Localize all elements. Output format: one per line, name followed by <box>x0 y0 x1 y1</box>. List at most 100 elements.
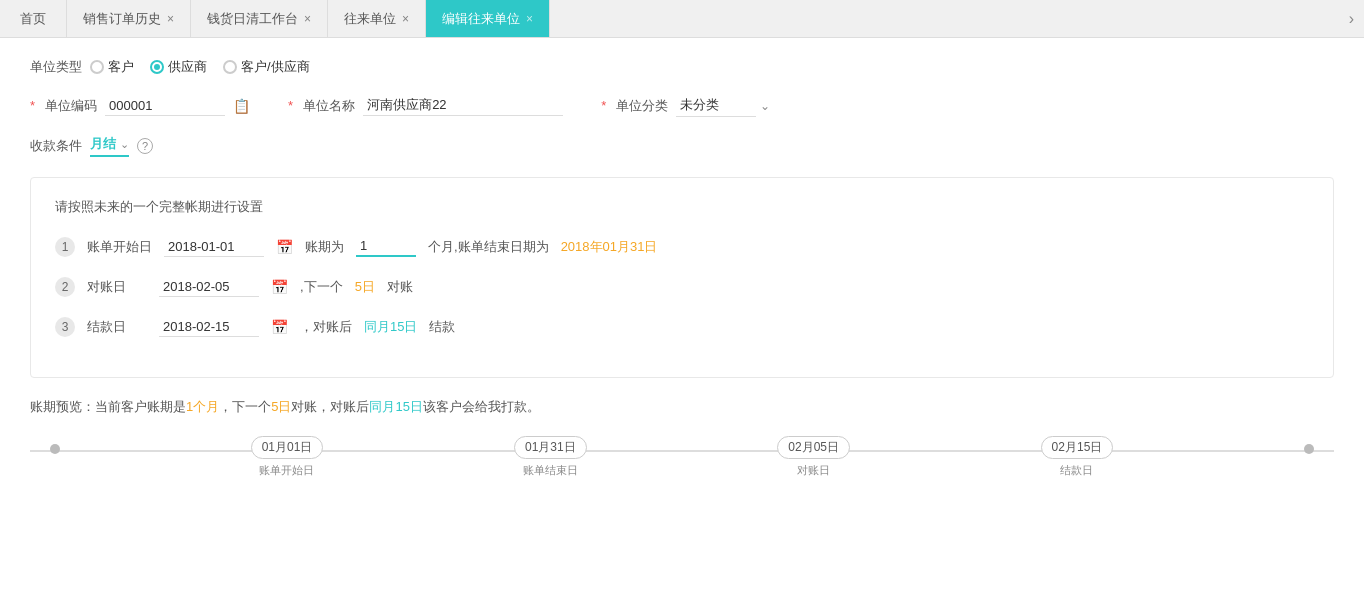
reconciliation-desc-suffix: 对账 <box>387 278 413 296</box>
unit-code-input[interactable] <box>105 96 225 116</box>
unit-name-required: * <box>288 98 293 113</box>
radio-customer-supplier-label: 客户/供应商 <box>241 58 310 76</box>
timeline-node-3: 02月05日 对账日 <box>777 436 850 478</box>
unit-type-row: 单位类型 客户 供应商 客户/供应商 <box>30 58 1334 76</box>
unit-category-required: * <box>601 98 606 113</box>
unit-type-radio-group: 客户 供应商 客户/供应商 <box>90 58 310 76</box>
copy-icon[interactable]: 📋 <box>233 98 250 114</box>
timeline-start-dot <box>50 444 60 454</box>
radio-customer[interactable]: 客户 <box>90 58 134 76</box>
tab-partner-units-close[interactable]: × <box>402 12 409 26</box>
timeline-node-1-label: 账单开始日 <box>259 463 314 478</box>
radio-customer-supplier[interactable]: 客户/供应商 <box>223 58 310 76</box>
expand-tabs-button[interactable]: › <box>1339 0 1364 37</box>
tab-sales-order-history-close[interactable]: × <box>167 12 174 26</box>
setting-num-1: 1 <box>55 237 75 257</box>
tab-bar: 首页 销售订单历史 × 钱货日清工作台 × 往来单位 × 编辑往来单位 × › <box>0 0 1364 38</box>
timeline-node-2: 01月31日 账单结束日 <box>514 436 587 478</box>
tab-sales-order-history[interactable]: 销售订单历史 × <box>67 0 191 37</box>
reconciliation-calendar-icon[interactable]: 📅 <box>271 279 288 295</box>
radio-supplier-circle <box>150 60 164 74</box>
unit-category-label: 单位分类 <box>616 97 668 115</box>
timeline-node-1: 01月01日 账单开始日 <box>251 436 324 478</box>
timeline-node-4-label: 结款日 <box>1060 463 1093 478</box>
period-end-date: 2018年01月31日 <box>561 238 658 256</box>
tab-cash-workbench-close[interactable]: × <box>304 12 311 26</box>
account-start-calendar-icon[interactable]: 📅 <box>276 239 293 255</box>
unit-category-value: 未分类 <box>676 94 756 117</box>
unit-code-required: * <box>30 98 35 113</box>
tab-home-label: 首页 <box>20 10 46 28</box>
payment-condition-select[interactable]: 月结 ⌄ <box>90 135 129 157</box>
radio-supplier[interactable]: 供应商 <box>150 58 207 76</box>
timeline-node-3-label: 对账日 <box>797 463 830 478</box>
preview-prefix: 账期预览：当前客户账期是 <box>30 399 186 414</box>
period-months-input[interactable] <box>356 236 416 257</box>
unit-category-dropdown[interactable]: 未分类 ⌄ <box>676 94 770 117</box>
unit-category-arrow-icon: ⌄ <box>760 99 770 113</box>
timeline-node-1-date: 01月01日 <box>251 436 324 459</box>
payment-date-input[interactable] <box>159 317 259 337</box>
radio-customer-circle <box>90 60 104 74</box>
payment-date-label: 结款日 <box>87 318 147 336</box>
payment-condition-value: 月结 <box>90 135 116 153</box>
help-icon[interactable]: ? <box>137 138 153 154</box>
timeline-container: 01月01日 账单开始日 01月31日 账单结束日 02月05日 对账日 02月… <box>30 436 1334 478</box>
timeline-node-4: 02月15日 结款日 <box>1041 436 1114 478</box>
setting-num-2: 2 <box>55 277 75 297</box>
payment-desc-highlight: 同月15日 <box>364 318 417 336</box>
unit-code-row: * 单位编码 📋 * 单位名称 * 单位分类 未分类 ⌄ <box>30 94 1334 117</box>
timeline-node-2-date: 01月31日 <box>514 436 587 459</box>
panel-title: 请按照未来的一个完整帐期进行设置 <box>55 198 1309 216</box>
tab-partner-units[interactable]: 往来单位 × <box>328 0 426 37</box>
timeline-node-2-label: 账单结束日 <box>523 463 578 478</box>
timeline-node-3-date: 02月05日 <box>777 436 850 459</box>
main-content: 单位类型 客户 供应商 客户/供应商 * 单位编码 📋 * 单位名称 <box>0 38 1364 608</box>
account-start-date-input[interactable] <box>164 237 264 257</box>
preview-date-hl: 5日 <box>271 399 291 414</box>
payment-calendar-icon[interactable]: 📅 <box>271 319 288 335</box>
payment-condition-row: 收款条件 月结 ⌄ ? <box>30 135 1334 157</box>
preview-mid1: ，下一个 <box>219 399 271 414</box>
reconciliation-label: 对账日 <box>87 278 147 296</box>
reconciliation-date-input[interactable] <box>159 277 259 297</box>
period-unit-label: 个月,账单结束日期为 <box>428 238 549 256</box>
preview-mid2: 对账，对账后 <box>291 399 369 414</box>
tab-partner-units-label: 往来单位 <box>344 10 396 28</box>
unit-category-group: * 单位分类 未分类 ⌄ <box>601 94 770 117</box>
tab-edit-partner-unit-close[interactable]: × <box>526 12 533 26</box>
settings-panel: 请按照未来的一个完整帐期进行设置 1 账单开始日 📅 账期为 个月,账单结束日期… <box>30 177 1334 378</box>
timeline-node-4-date: 02月15日 <box>1041 436 1114 459</box>
tab-edit-partner-unit-label: 编辑往来单位 <box>442 10 520 28</box>
unit-name-group: * 单位名称 <box>288 96 563 116</box>
preview-suffix: 该客户会给我打款。 <box>423 399 540 414</box>
account-start-label: 账单开始日 <box>87 238 152 256</box>
unit-code-group: * 单位编码 📋 <box>30 96 250 116</box>
reconciliation-desc-highlight: 5日 <box>355 278 375 296</box>
unit-name-label: 单位名称 <box>303 97 355 115</box>
timeline-end-dot <box>1304 444 1314 454</box>
tab-sales-order-history-label: 销售订单历史 <box>83 10 161 28</box>
reconciliation-desc-prefix: ,下一个 <box>300 278 343 296</box>
period-label: 账期为 <box>305 238 344 256</box>
payment-desc-prefix: ，对账后 <box>300 318 352 336</box>
tab-edit-partner-unit[interactable]: 编辑往来单位 × <box>426 0 550 37</box>
radio-customer-label: 客户 <box>108 58 134 76</box>
unit-name-input[interactable] <box>363 96 563 116</box>
preview-payment-hl: 同月15日 <box>369 399 422 414</box>
radio-customer-supplier-circle <box>223 60 237 74</box>
unit-type-label: 单位类型 <box>30 58 82 76</box>
tab-cash-workbench[interactable]: 钱货日清工作台 × <box>191 0 328 37</box>
unit-code-label: 单位编码 <box>45 97 97 115</box>
preview-period-hl: 1个月 <box>186 399 219 414</box>
setting-num-3: 3 <box>55 317 75 337</box>
radio-supplier-label: 供应商 <box>168 58 207 76</box>
setting-row-3: 3 结款日 📅 ，对账后 同月15日 结款 <box>55 317 1309 337</box>
tab-home[interactable]: 首页 <box>0 0 67 37</box>
payment-desc-suffix: 结款 <box>429 318 455 336</box>
payment-condition-arrow-icon: ⌄ <box>120 138 129 151</box>
preview-text: 账期预览：当前客户账期是1个月，下一个5日对账，对账后同月15日该客户会给我打款… <box>30 398 1334 416</box>
setting-row-1: 1 账单开始日 📅 账期为 个月,账单结束日期为 2018年01月31日 <box>55 236 1309 257</box>
tab-cash-workbench-label: 钱货日清工作台 <box>207 10 298 28</box>
setting-row-2: 2 对账日 📅 ,下一个 5日 对账 <box>55 277 1309 297</box>
